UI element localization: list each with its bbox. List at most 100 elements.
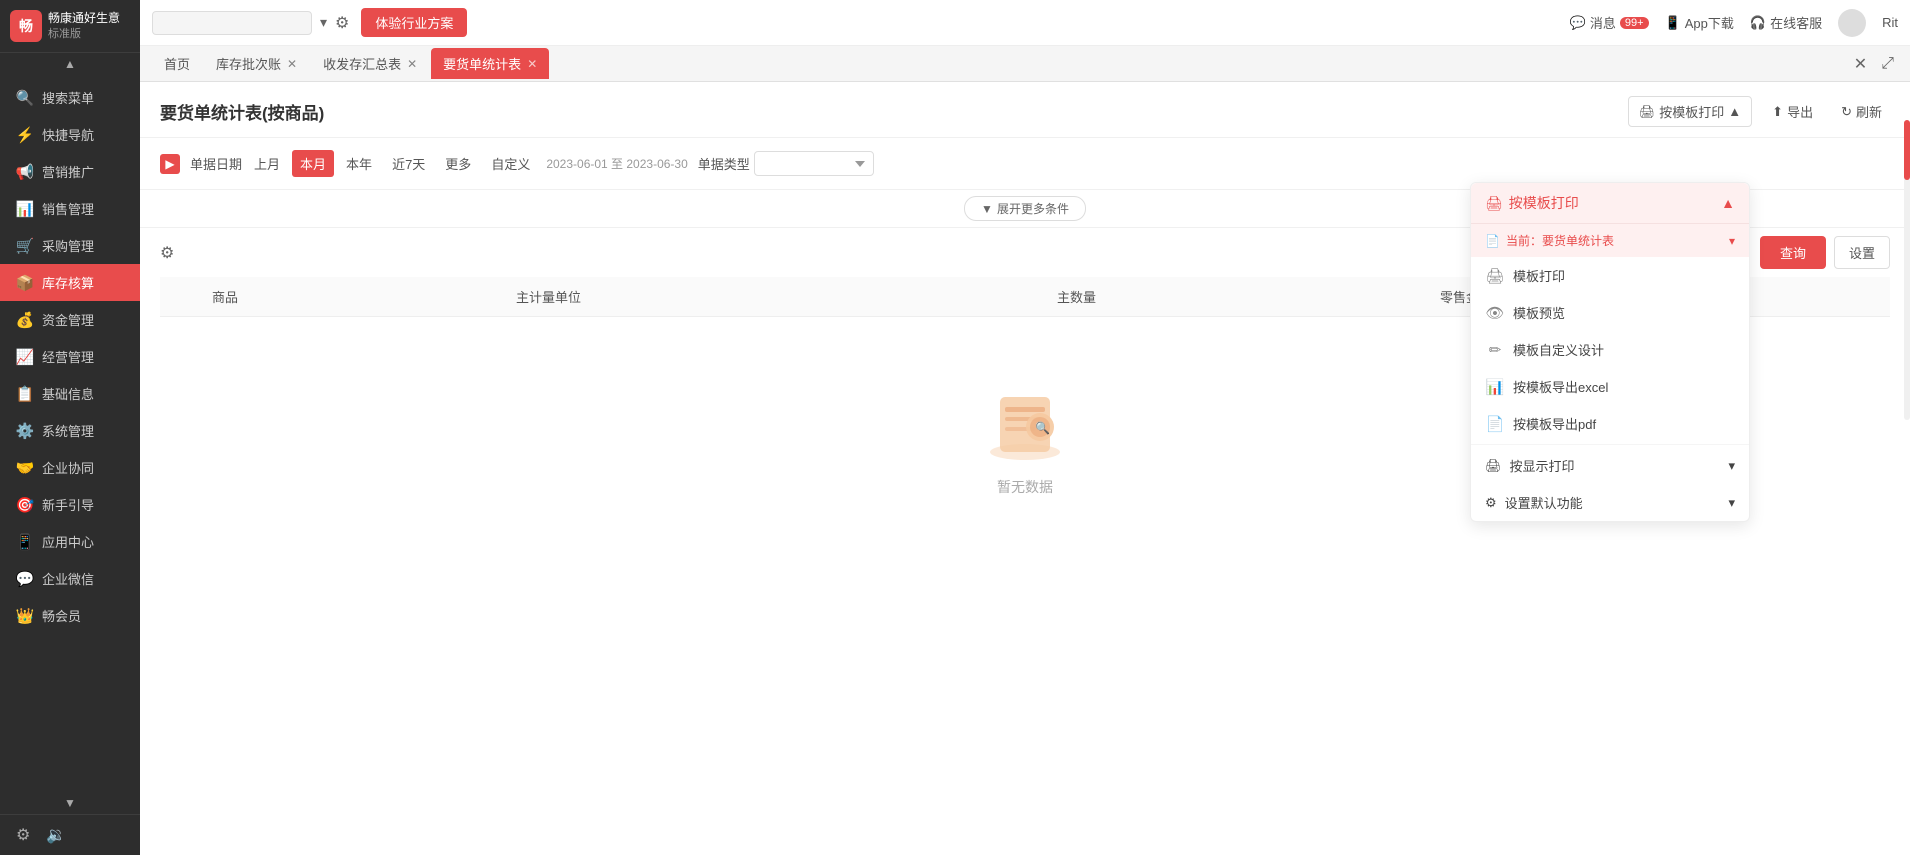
message-badge: 99+ [1620, 17, 1649, 29]
topbar-dropdown-button[interactable]: ▾ [320, 14, 327, 31]
tabs-controls: ✕ ⤢ [1850, 52, 1898, 76]
finance-icon: 💰 [16, 311, 34, 329]
expand-more-button[interactable]: ▼ 展开更多条件 [964, 196, 1086, 221]
sidebar-item-quick-nav[interactable]: ⚡ 快捷导航 [0, 116, 140, 153]
template-print-icon: 🖨 [1485, 267, 1505, 285]
template-excel-icon: 📊 [1485, 378, 1505, 396]
tab-close-receipt-summary[interactable]: ✕ [407, 57, 417, 71]
template-preview-icon: 👁 [1485, 304, 1505, 322]
sidebar-item-purchase[interactable]: 🛒 采购管理 [0, 227, 140, 264]
sidebar-item-basic[interactable]: 📋 基础信息 [0, 375, 140, 412]
type-filter-group: 单据类型 [698, 151, 874, 176]
trial-btn[interactable]: 体验行业方案 [361, 8, 467, 37]
topbar-gear-button[interactable]: ⚙ [335, 13, 349, 33]
username-label: Rit [1882, 15, 1898, 30]
sidebar-scroll-up[interactable]: ▲ [0, 53, 140, 75]
member-icon: 👑 [16, 607, 34, 625]
date-range-text: 2023-06-01 至 2023-06-30 [546, 155, 687, 172]
table-col-product: 商品 [200, 277, 504, 317]
tab-close-all-button[interactable]: ✕ [1850, 52, 1871, 76]
sidebar-item-collab[interactable]: 🤝 企业协同 [0, 449, 140, 486]
table-settings-icon[interactable]: ⚙ [160, 243, 174, 263]
sidebar-item-guide[interactable]: 🎯 新手引导 [0, 486, 140, 523]
sidebar-item-system[interactable]: ⚙️ 系统管理 [0, 412, 140, 449]
date-this-year-btn[interactable]: 本年 [338, 150, 380, 177]
type-filter-select[interactable] [754, 151, 874, 176]
dropdown-item-template-excel[interactable]: 📊 按模板导出excel [1471, 368, 1749, 405]
sidebar-bottom: ⚙ 🔉 [0, 814, 140, 855]
page-title: 要货单统计表(按商品) [160, 99, 324, 124]
dropdown-up-chevron[interactable]: ▲ [1721, 195, 1735, 211]
sidebar-item-search[interactable]: 🔍 搜索菜单 [0, 79, 140, 116]
sidebar-item-appstore[interactable]: 📱 应用中心 [0, 523, 140, 560]
settings-button[interactable]: 设置 [1834, 236, 1890, 269]
date-custom-btn[interactable]: 自定义 [483, 150, 538, 177]
tab-receipt-summary[interactable]: 收发存汇总表 ✕ [311, 48, 429, 79]
expand-icon: ▼ [981, 202, 993, 216]
print-chevron-icon: ▲ [1728, 104, 1741, 119]
sidebar-logo: 畅 畅康通好生意 标准版 [0, 0, 140, 53]
set-default-chevron: ▾ [1728, 495, 1735, 511]
sound-bottom-icon[interactable]: 🔉 [46, 825, 66, 845]
tab-maximize-button[interactable]: ⤢ [1877, 52, 1898, 76]
sidebar-item-sales[interactable]: 📊 销售管理 [0, 190, 140, 227]
date-filter-label: 单据日期 [190, 154, 242, 173]
guide-icon: 🎯 [16, 496, 34, 514]
tab-inventory-batch[interactable]: 库存批次账 ✕ [204, 48, 309, 79]
date-last-month-btn[interactable]: 上月 [246, 150, 288, 177]
dropdown-item-set-default[interactable]: ⚙ 设置默认功能 ▾ [1471, 484, 1749, 521]
sales-icon: 📊 [16, 200, 34, 218]
app-download-item[interactable]: 📱 App下载 [1665, 13, 1734, 32]
marketing-icon: 📢 [16, 163, 34, 181]
export-button[interactable]: ⬆ 导出 [1764, 97, 1821, 126]
dropdown-item-template-pdf[interactable]: 📄 按模板导出pdf [1471, 405, 1749, 442]
operation-icon: 📈 [16, 348, 34, 366]
query-button[interactable]: 查询 [1760, 236, 1826, 269]
date-more-btn[interactable]: 更多 [437, 150, 479, 177]
dropdown-item-display-print[interactable]: 🖨 按显示打印 ▾ [1471, 447, 1749, 484]
filter-collapse-btn[interactable]: ▶ [160, 154, 180, 174]
dropdown-item-template-print[interactable]: 🖨 模板打印 [1471, 257, 1749, 294]
sidebar-item-finance[interactable]: 💰 资金管理 [0, 301, 140, 338]
tab-close-order-stats[interactable]: ✕ [527, 57, 537, 71]
refresh-button[interactable]: ↻ 刷新 [1833, 97, 1890, 126]
sidebar-nav: 🔍 搜索菜单 ⚡ 快捷导航 📢 营销推广 📊 销售管理 🛒 采购管理 📦 库存核… [0, 75, 140, 792]
date-this-month-btn[interactable]: 本月 [292, 150, 334, 177]
logo-text: 畅康通好生意 标准版 [48, 11, 120, 41]
logo-icon: 畅 [10, 10, 42, 42]
sidebar-item-operation[interactable]: 📈 经营管理 [0, 338, 140, 375]
svg-text:🔍: 🔍 [1035, 420, 1050, 435]
tab-order-stats[interactable]: 要货单统计表 ✕ [431, 48, 549, 79]
sidebar-item-member[interactable]: 👑 畅会员 [0, 597, 140, 634]
empty-illustration: 🔍 [975, 377, 1075, 467]
date-7days-btn[interactable]: 近7天 [384, 150, 433, 177]
dropdown-header-controls: ▲ [1721, 195, 1735, 211]
dropdown-header: 🖨 按模板打印 ▲ [1471, 183, 1749, 224]
table-col-unit: 主计量单位 [504, 277, 1045, 317]
dropdown-item-template-design[interactable]: ✏ 模板自定义设计 [1471, 331, 1749, 368]
scroll-down-button[interactable]: ▼ [64, 796, 76, 810]
sidebar-scroll-down[interactable]: ▼ [0, 792, 140, 814]
scroll-up-button[interactable]: ▲ [64, 57, 76, 71]
sidebar-item-wechat[interactable]: 💬 企业微信 [0, 560, 140, 597]
print-icon: 🖨 [1639, 104, 1656, 120]
message-item[interactable]: 💬 消息 99+ [1570, 13, 1649, 32]
dropdown-divider-1 [1471, 444, 1749, 445]
page-content-area: 要货单统计表(按商品) 🖨 按模板打印 ▲ ⬆ 导出 ↻ 刷新 [140, 82, 1910, 855]
tab-close-inventory-batch[interactable]: ✕ [287, 57, 297, 71]
online-service-item[interactable]: 🎧 在线客服 [1750, 13, 1822, 32]
settings-bottom-icon[interactable]: ⚙ [16, 825, 30, 845]
dropdown-item-template-preview[interactable]: 👁 模板预览 [1471, 294, 1749, 331]
scrollbar-thumb[interactable] [1904, 120, 1910, 180]
topbar-search-input[interactable] [152, 11, 312, 35]
user-avatar[interactable] [1838, 9, 1866, 37]
tab-home[interactable]: 首页 [152, 48, 202, 79]
print-template-button[interactable]: 🖨 按模板打印 ▲ [1628, 96, 1752, 127]
display-print-chevron: ▾ [1728, 458, 1735, 474]
quick-nav-icon: ⚡ [16, 126, 34, 144]
right-scrollbar[interactable] [1904, 120, 1910, 420]
page-header-actions: 🖨 按模板打印 ▲ ⬆ 导出 ↻ 刷新 [1628, 96, 1890, 127]
type-filter-label: 单据类型 [698, 154, 750, 173]
sidebar-item-marketing[interactable]: 📢 营销推广 [0, 153, 140, 190]
sidebar-item-inventory[interactable]: 📦 库存核算 [0, 264, 140, 301]
